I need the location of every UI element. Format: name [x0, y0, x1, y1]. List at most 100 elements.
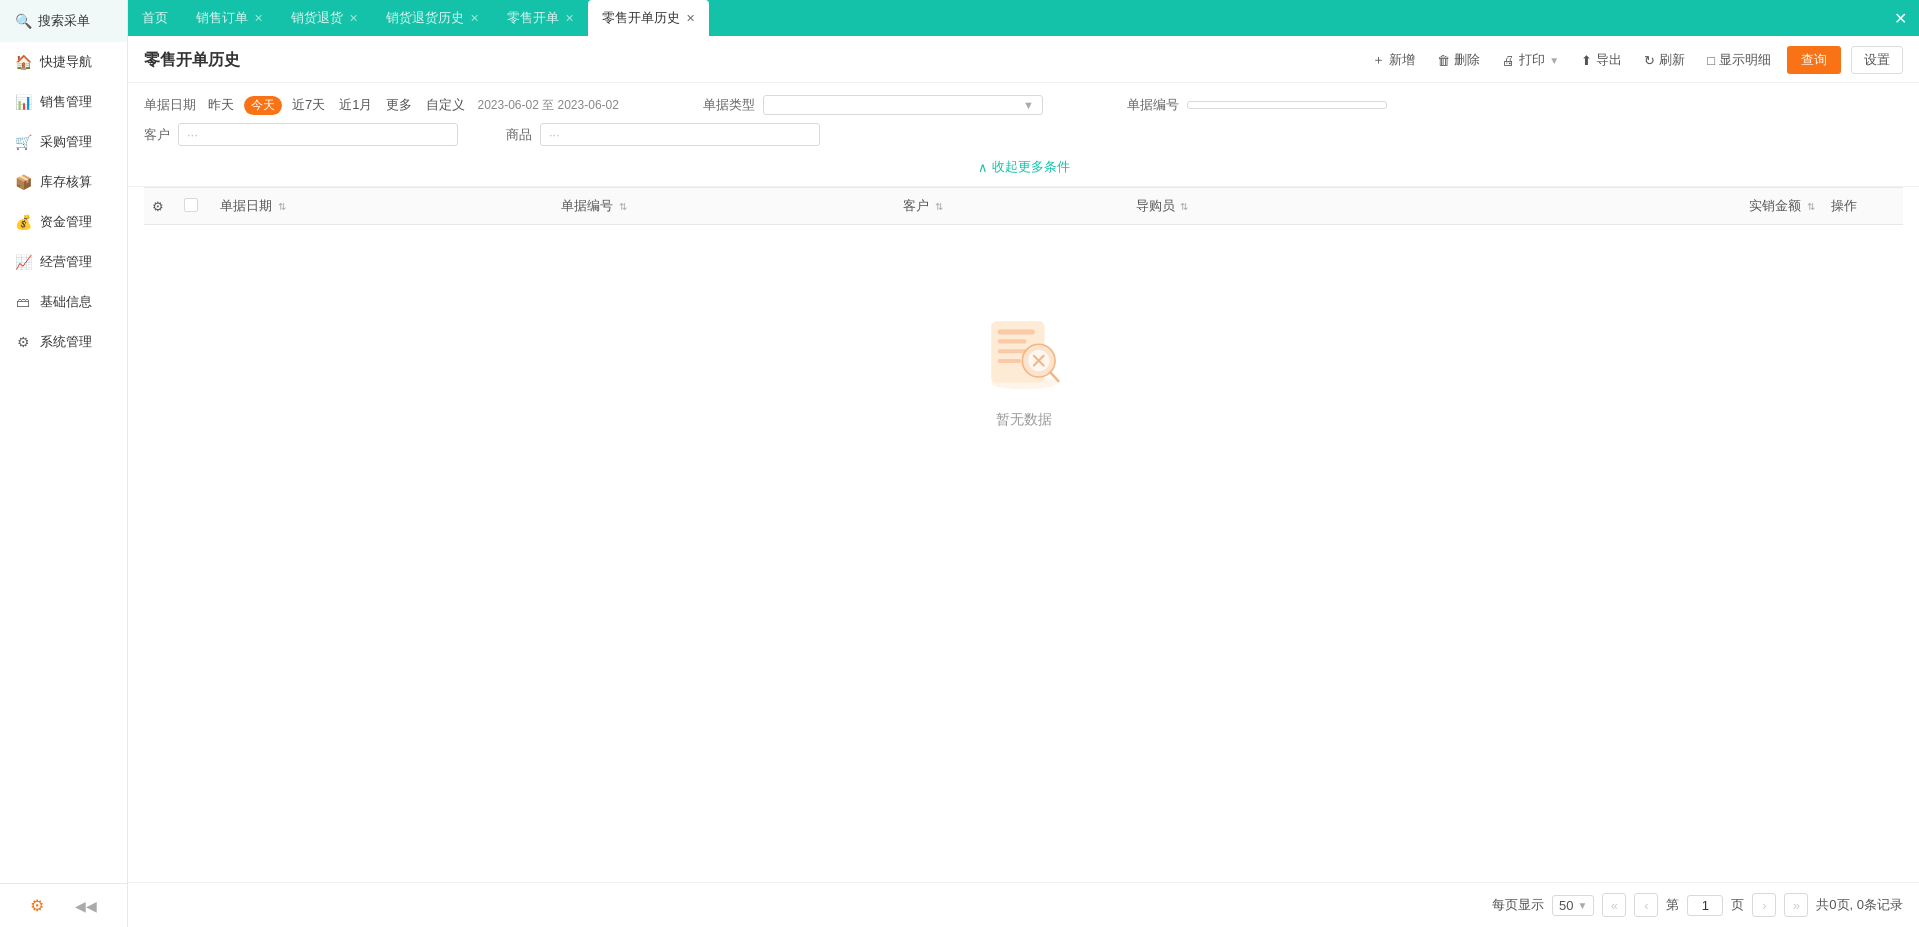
pagination-summary: 共0页, 0条记录 [1816, 896, 1903, 914]
th-settings[interactable]: ⚙ [144, 188, 176, 225]
th-salesperson-label: 导购员 [1136, 198, 1175, 213]
window-close-icon[interactable]: ✕ [1894, 9, 1907, 28]
tab-retail-history-label: 零售开单历史 [602, 9, 680, 27]
add-button[interactable]: ＋ 新增 [1366, 48, 1421, 72]
page-size-select[interactable]: 50 ▼ [1552, 895, 1594, 916]
customer-placeholder: ··· [187, 127, 198, 142]
th-amount-label: 实销金额 [1749, 198, 1801, 213]
settings-footer-icon[interactable]: ⚙ [30, 896, 44, 915]
settings-button[interactable]: 设置 [1851, 46, 1903, 74]
tab-retail-history-close[interactable]: ✕ [686, 12, 695, 25]
select-all-checkbox[interactable] [184, 198, 198, 212]
customer-input[interactable]: ··· [178, 123, 458, 146]
filter-doc-no-item: 单据编号 [1127, 96, 1387, 114]
collapse-sidebar-icon[interactable]: ◀◀ [75, 898, 97, 914]
collapse-filter-row[interactable]: ∧ 收起更多条件 [144, 154, 1903, 178]
date-label: 单据日期 [144, 96, 196, 114]
date-opt-1month[interactable]: 近1月 [335, 95, 376, 115]
tab-retail-open[interactable]: 零售开单 ✕ [493, 0, 588, 36]
th-salesperson[interactable]: 导购员 ⇅ [1128, 188, 1415, 225]
empty-area: 暂无数据 [144, 225, 1903, 509]
sidebar-search-label: 搜索采单 [38, 12, 90, 30]
empty-text: 暂无数据 [996, 411, 1052, 429]
filter-row-2: 客户 ··· 商品 ··· [144, 123, 1903, 146]
sidebar-item-sys-mgmt[interactable]: ⚙ 系统管理 [0, 322, 127, 362]
product-input[interactable]: ··· [540, 123, 820, 146]
page-label: 页 [1731, 896, 1744, 914]
page-word: 第 [1666, 896, 1679, 914]
empty-row: 暂无数据 [144, 225, 1903, 510]
tab-sales-return[interactable]: 销货退货 ✕ [277, 0, 372, 36]
sidebar-item-label: 销售管理 [40, 93, 92, 111]
tab-sales-order-close[interactable]: ✕ [254, 12, 263, 25]
sort-docno-icon: ⇅ [619, 201, 627, 212]
sidebar-search[interactable]: 🔍 搜索采单 [0, 0, 127, 42]
sidebar: 🔍 搜索采单 🏠 快捷导航 📊 销售管理 🛒 采购管理 📦 库存核算 💰 资金管… [0, 0, 128, 927]
tab-sales-return-history-close[interactable]: ✕ [470, 12, 479, 25]
date-opt-custom[interactable]: 自定义 [422, 95, 469, 115]
print-icon: 🖨 [1502, 53, 1515, 68]
next-page-icon: › [1762, 898, 1766, 913]
query-button[interactable]: 查询 [1787, 46, 1841, 74]
svg-rect-5 [997, 359, 1020, 363]
tab-sales-return-close[interactable]: ✕ [349, 12, 358, 25]
sidebar-item-base-info[interactable]: 🗃 基础信息 [0, 282, 127, 322]
date-opt-more[interactable]: 更多 [382, 95, 416, 115]
sidebar-item-inventory[interactable]: 📦 库存核算 [0, 162, 127, 202]
prev-page-button[interactable]: ‹ [1634, 893, 1658, 917]
sidebar-item-quick-nav[interactable]: 🏠 快捷导航 [0, 42, 127, 82]
date-opt-today[interactable]: 今天 [244, 96, 282, 115]
th-date[interactable]: 单据日期 ⇅ [212, 188, 553, 225]
th-amount[interactable]: 实销金额 ⇅ [1482, 188, 1823, 225]
home-icon: 🏠 [14, 53, 32, 71]
sidebar-item-operations[interactable]: 📈 经营管理 [0, 242, 127, 282]
next-page-button[interactable]: › [1752, 893, 1776, 917]
last-page-button[interactable]: » [1784, 893, 1808, 917]
refresh-button[interactable]: ↻ 刷新 [1638, 48, 1691, 72]
customer-label: 客户 [144, 126, 170, 144]
doc-no-input[interactable] [1187, 101, 1387, 109]
display-detail-button[interactable]: □ 显示明细 [1701, 48, 1777, 72]
export-icon: ⬆ [1581, 53, 1592, 68]
cart-icon: 🛒 [14, 133, 32, 151]
sidebar-item-finance[interactable]: 💰 资金管理 [0, 202, 127, 242]
export-label: 导出 [1596, 51, 1622, 69]
th-checkbox[interactable] [176, 188, 212, 225]
print-button[interactable]: 🖨 打印 ▼ [1496, 48, 1565, 72]
date-opt-7days[interactable]: 近7天 [288, 95, 329, 115]
tab-sales-return-history[interactable]: 销货退货历史 ✕ [372, 0, 493, 36]
delete-icon: 🗑 [1437, 53, 1450, 68]
tab-retail-history[interactable]: 零售开单历史 ✕ [588, 0, 709, 36]
content-area: 零售开单历史 ＋ 新增 🗑 删除 🖨 打印 ▼ ⬆ 导出 [128, 36, 1919, 927]
chart-icon: 📊 [14, 93, 32, 111]
tab-sales-return-label: 销货退货 [291, 9, 343, 27]
sort-salesperson-icon: ⇅ [1180, 201, 1188, 212]
add-icon: ＋ [1372, 51, 1385, 69]
page-number-input[interactable] [1687, 895, 1723, 916]
th-doc-no[interactable]: 单据编号 ⇅ [553, 188, 894, 225]
sidebar-item-sales-mgmt[interactable]: 📊 销售管理 [0, 82, 127, 122]
prev-page-icon: ‹ [1644, 898, 1648, 913]
tab-home[interactable]: 首页 [128, 0, 182, 36]
tab-sales-order[interactable]: 销售订单 ✕ [182, 0, 277, 36]
th-doc-no-label: 单据编号 [561, 198, 613, 213]
first-page-button[interactable]: « [1602, 893, 1626, 917]
th-customer[interactable]: 客户 ⇅ [895, 188, 1128, 225]
delete-button[interactable]: 🗑 删除 [1431, 48, 1486, 72]
checkbox-icon: □ [1707, 53, 1715, 68]
sort-amount-icon: ⇅ [1807, 201, 1815, 212]
sidebar-item-label: 资金管理 [40, 213, 92, 231]
collapse-label: 收起更多条件 [992, 158, 1070, 176]
filter-customer-item: 客户 ··· [144, 123, 458, 146]
sidebar-item-label: 基础信息 [40, 293, 92, 311]
tab-retail-open-close[interactable]: ✕ [565, 12, 574, 25]
doc-type-select[interactable]: ▼ [763, 95, 1043, 115]
refresh-label: 刷新 [1659, 51, 1685, 69]
filter-doc-type-item: 单据类型 ▼ [703, 95, 1043, 115]
sidebar-item-purchase-mgmt[interactable]: 🛒 采购管理 [0, 122, 127, 162]
export-button[interactable]: ⬆ 导出 [1575, 48, 1628, 72]
product-label: 商品 [506, 126, 532, 144]
date-opt-yesterday[interactable]: 昨天 [204, 95, 238, 115]
tab-retail-open-label: 零售开单 [507, 9, 559, 27]
settings-label: 设置 [1864, 51, 1890, 69]
